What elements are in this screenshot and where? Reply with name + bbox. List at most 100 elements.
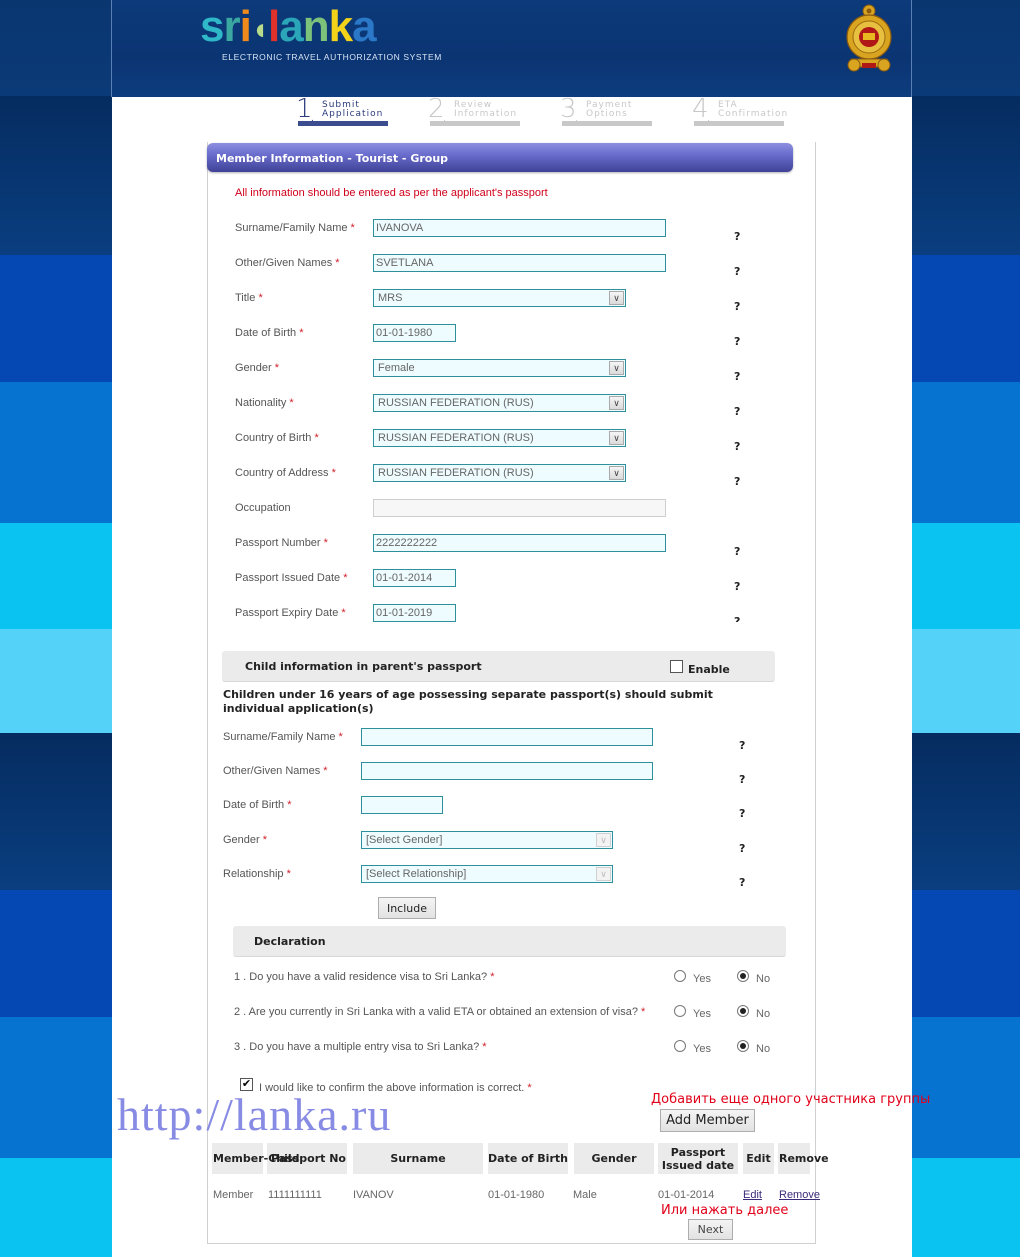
q1-no-label: No [756, 973, 771, 985]
gender-select[interactable]: Female ∨ [373, 359, 626, 377]
help-icon[interactable]: ? [739, 807, 745, 820]
logo-wordmark: sri◖lanka [200, 2, 377, 53]
chevron-down-icon[interactable]: ∨ [609, 466, 624, 480]
help-icon[interactable]: ? [734, 405, 740, 418]
next-button[interactable]: Next [688, 1219, 733, 1240]
help-icon[interactable]: ? [734, 475, 740, 488]
col-header-remove: Remove [778, 1143, 829, 1174]
help-icon-clipped[interactable]: ? [730, 612, 746, 622]
declaration-title: Declaration [254, 935, 326, 948]
help-icon[interactable]: ? [734, 370, 740, 383]
child-dob-label: Date of Birth * [223, 799, 292, 811]
help-icon[interactable]: ? [734, 335, 740, 348]
q3-yes-radio[interactable] [674, 1040, 686, 1052]
help-icon[interactable]: ? [734, 580, 740, 593]
given-names-input[interactable] [373, 254, 666, 272]
passport-issued-input[interactable] [373, 569, 456, 587]
enable-label: Enable [688, 663, 730, 676]
passport-notice: All information should be entered as per… [235, 187, 548, 199]
help-icon[interactable]: ? [739, 842, 745, 855]
add-member-hint: Добавить еще одного участника группы [651, 1092, 931, 1107]
passport-number-label: Passport Number * [235, 537, 328, 549]
q3-no-radio[interactable] [737, 1040, 749, 1052]
col-header-issued-date: Passport Issued date [658, 1143, 738, 1174]
logo-letter: s [200, 2, 225, 51]
edit-link[interactable]: Edit [743, 1189, 762, 1201]
step-label-line2: Options [586, 109, 628, 119]
dob-input[interactable] [373, 324, 456, 342]
child-relationship-label: Relationship * [223, 868, 291, 880]
step-payment-options: 3 . Payment Options [560, 96, 652, 126]
srilanka-logo[interactable]: sri◖lanka ELECTRONIC TRAVEL AUTHORIZATIO… [200, 2, 441, 63]
occupation-input[interactable] [373, 499, 666, 517]
occupation-label: Occupation [235, 502, 291, 514]
chevron-down-icon[interactable]: ∨ [596, 833, 611, 847]
q3-yes-label: Yes [693, 1043, 711, 1055]
help-icon[interactable]: ? [734, 230, 740, 243]
logo-subtitle: ELECTRONIC TRAVEL AUTHORIZATION SYSTEM [222, 52, 442, 62]
help-icon[interactable]: ? [734, 440, 740, 453]
help-icon[interactable]: ? [734, 265, 740, 278]
chevron-down-icon[interactable]: ∨ [609, 396, 624, 410]
q2-no-radio[interactable] [737, 1005, 749, 1017]
chevron-down-icon[interactable]: ∨ [596, 867, 611, 881]
q2-yes-radio[interactable] [674, 1005, 686, 1017]
help-icon[interactable]: ? [739, 739, 745, 752]
child-dob-input[interactable] [361, 796, 443, 814]
child-surname-input[interactable] [361, 728, 653, 746]
q1-no-radio[interactable] [737, 970, 749, 982]
help-icon[interactable]: ? [734, 300, 740, 313]
include-button[interactable]: Include [378, 897, 436, 919]
col-header-dob: Date of Birth [488, 1143, 568, 1174]
help-icon[interactable]: ? [734, 545, 740, 558]
nationality-select[interactable]: RUSSIAN FEDERATION (RUS) ∨ [373, 394, 626, 412]
surname-input[interactable] [373, 219, 666, 237]
step-submit-application: 1 . Submit Application [296, 96, 388, 126]
cell-gender: Male [573, 1189, 597, 1201]
child-relationship-select-value: [Select Relationship] [366, 868, 467, 880]
country-of-address-select-value: RUSSIAN FEDERATION (RUS) [378, 467, 534, 479]
country-of-birth-select[interactable]: RUSSIAN FEDERATION (RUS) ∨ [373, 429, 626, 447]
step-label-line2: Confirmation [718, 109, 789, 119]
title-label: Title * [235, 292, 263, 304]
chevron-down-icon[interactable]: ∨ [609, 291, 624, 305]
child-section-bar: Child information in parent's passport E… [222, 651, 775, 682]
help-icon[interactable]: ? [739, 876, 745, 889]
sri-lanka-emblem-icon [842, 3, 896, 75]
logo-letter: a [279, 2, 304, 51]
declaration-bar: Declaration [233, 926, 786, 957]
q1-yes-radio[interactable] [674, 970, 686, 982]
child-surname-label: Surname/Family Name * [223, 731, 343, 743]
q3-no-label: No [756, 1043, 771, 1055]
child-passport-note: Children under 16 years of age possessin… [223, 688, 713, 715]
child-gender-label: Gender * [223, 834, 268, 846]
country-of-address-select[interactable]: RUSSIAN FEDERATION (RUS) ∨ [373, 464, 626, 482]
step-review-information: 2 . Review Information [428, 96, 520, 126]
title-select[interactable]: MRS ∨ [373, 289, 626, 307]
help-icon[interactable]: ? [739, 773, 745, 786]
child-relationship-select[interactable]: [Select Relationship] ∨ [361, 865, 613, 883]
child-gender-select-value: [Select Gender] [366, 834, 443, 846]
q2-yes-label: Yes [693, 1008, 711, 1020]
add-member-button[interactable]: Add Member [660, 1109, 755, 1132]
col-header-edit: Edit [743, 1143, 774, 1174]
chevron-down-icon[interactable]: ∨ [609, 431, 624, 445]
child-given-names-label: Other/Given Names * [223, 765, 328, 777]
logo-letter: r [223, 2, 240, 51]
child-gender-select[interactable]: [Select Gender] ∨ [361, 831, 613, 849]
logo-letter: a [352, 2, 377, 51]
site-header: sri◖lanka ELECTRONIC TRAVEL AUTHORIZATIO… [111, 0, 912, 97]
q2-no-label: No [756, 1008, 771, 1020]
remove-link[interactable]: Remove [779, 1189, 820, 1201]
passport-number-input[interactable] [373, 534, 666, 552]
nationality-label: Nationality * [235, 397, 294, 409]
dob-label: Date of Birth * [235, 327, 304, 339]
next-hint: Или нажать далее [661, 1203, 789, 1218]
cell-surname: IVANOV [353, 1189, 394, 1201]
logo-letter: n [302, 2, 330, 51]
chevron-down-icon[interactable]: ∨ [609, 361, 624, 375]
passport-expiry-input[interactable] [373, 604, 456, 622]
passport-issued-label: Passport Issued Date * [235, 572, 348, 584]
child-given-names-input[interactable] [361, 762, 653, 780]
enable-checkbox[interactable] [670, 660, 683, 673]
